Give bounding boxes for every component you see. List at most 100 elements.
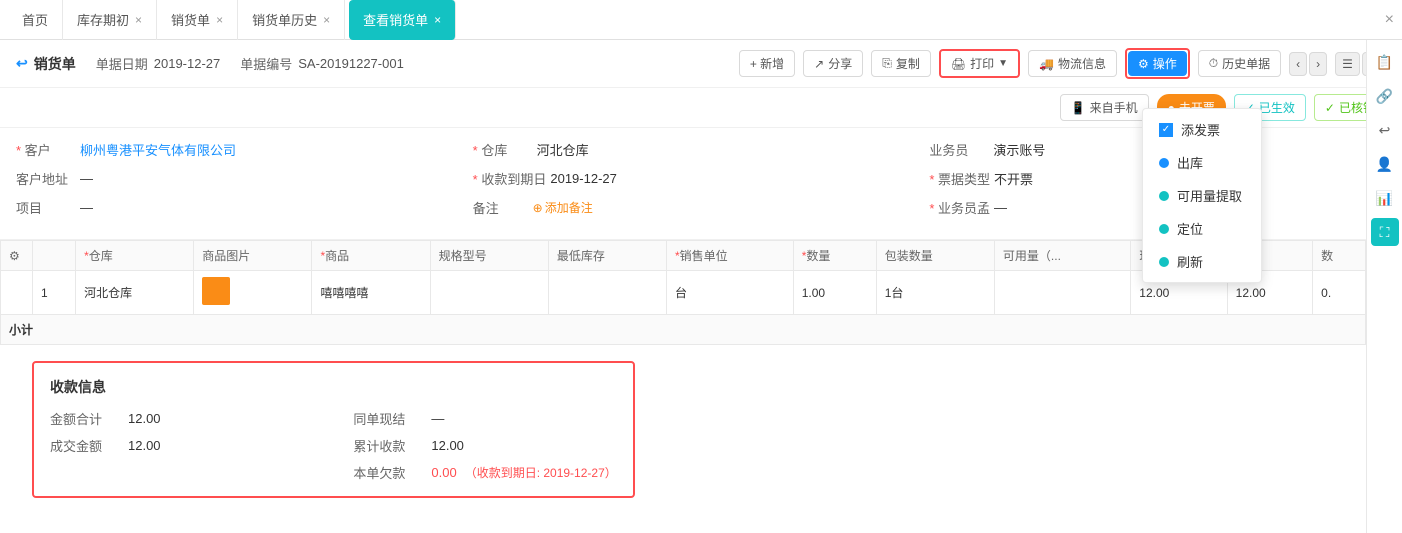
history-button[interactable]: ⏱ 历史单据 [1198, 50, 1281, 77]
add-note-button[interactable]: ⊕ 添加备注 [533, 199, 593, 216]
cell-setting [1, 271, 33, 315]
summary-cumulative: 累计收款 12.00 [353, 436, 616, 455]
sidebar-icon-2[interactable]: 🔗 [1371, 82, 1399, 110]
cell-product: 嘻嘻嘻嘻 [312, 271, 430, 315]
ops-button-wrapper: ⚙ 操作 [1125, 48, 1190, 79]
remark-field: 备注 ⊕ 添加备注 [473, 198, 930, 217]
available-qty-dot [1159, 191, 1169, 201]
sidebar-icon-4[interactable]: 👤 [1371, 150, 1399, 178]
tab-close-view-sales[interactable]: × [434, 13, 441, 27]
new-button[interactable]: + 新增 [739, 50, 795, 77]
col-spec: 规格型号 [430, 241, 548, 271]
summary-settle: 同单现结 — [353, 409, 616, 428]
share-icon: ↗ [814, 57, 824, 71]
tab-close-sales-order[interactable]: × [216, 13, 223, 27]
refresh-dot [1159, 257, 1169, 267]
col-setting[interactable]: ⚙ [1, 241, 33, 271]
cell-spec [430, 271, 548, 315]
salesperson-value: — [994, 200, 1007, 215]
col-product: *商品 [312, 241, 430, 271]
main-content: ↩ 销货单 单据日期 2019-12-27 单据编号 SA-20191227-0… [0, 40, 1402, 533]
list-view-button[interactable]: ☰ [1335, 52, 1360, 76]
summary-title: 收款信息 [50, 377, 617, 397]
ticket-label: 票据类型 [929, 169, 990, 188]
right-sidebar: 📋 🔗 ↩ 👤 📊 ⛶ [1366, 40, 1402, 533]
summary-wrapper: 收款信息 金额合计 12.00 同单现结 — 成交金额 12.00 累计收款 1… [0, 345, 1402, 514]
sidebar-icon-3[interactable]: ↩ [1371, 116, 1399, 144]
col-quantity: *数量 [793, 241, 876, 271]
col-amount: 数 [1313, 241, 1366, 271]
history-icon: ⏱ [1209, 56, 1218, 71]
doc-actions: + 新增 ↗ 分享 ⎘ 复制 🖨 打印 ▼ 🚚 物流信息 ⚙ 操作 [739, 48, 1386, 79]
col-warehouse: *仓库 [76, 241, 194, 271]
summary-deal: 成交金额 12.00 [50, 436, 313, 455]
close-all-button[interactable]: × [1385, 11, 1394, 29]
cell-image [194, 271, 312, 315]
ops-icon: ⚙ [1138, 57, 1149, 71]
ops-button[interactable]: ⚙ 操作 [1128, 51, 1187, 76]
col-image: 商品图片 [194, 241, 312, 271]
sidebar-icon-6[interactable]: ⛶ [1371, 218, 1399, 246]
address-field: 客户地址 — [16, 169, 473, 188]
print-icon: 🖨 [951, 57, 966, 71]
warehouse-value: 河北仓库 [537, 140, 589, 159]
customer-field: 客户 柳州粤港平安气体有限公司 [16, 140, 473, 159]
copy-button[interactable]: ⎘ 复制 [871, 50, 931, 77]
col-unit: *销售单位 [667, 241, 794, 271]
cell-quantity: 1.00 [793, 271, 876, 315]
summary-total: 金额合计 12.00 [50, 409, 313, 428]
col-seq [33, 241, 76, 271]
tab-sales-history[interactable]: 销货单历史 × [238, 0, 345, 40]
share-button[interactable]: ↗ 分享 [803, 50, 863, 77]
doc-date-field: 单据日期 2019-12-27 [96, 54, 221, 73]
doc-meta: 单据日期 2019-12-27 单据编号 SA-20191227-001 [96, 54, 404, 73]
cell-seq: 1 [33, 271, 76, 315]
salesperson-label: 业务员孟 [929, 198, 990, 217]
dropdown-locate[interactable]: 定位 [1143, 212, 1261, 245]
due-date-field: 收款到期日 2019-12-27 [473, 169, 930, 188]
staff-label: 业务员 [929, 140, 989, 159]
customer-label: 客户 [16, 140, 76, 159]
sidebar-icon-1[interactable]: 📋 [1371, 48, 1399, 76]
tab-close-inventory-init[interactable]: × [135, 13, 142, 27]
tab-sales-order[interactable]: 销货单 × [157, 0, 238, 40]
logistics-icon: 🚚 [1039, 57, 1054, 71]
address-label: 客户地址 [16, 169, 76, 188]
project-field: 项目 — [16, 198, 473, 217]
prev-button[interactable]: ‹ [1289, 52, 1307, 76]
address-value: — [80, 171, 93, 186]
remark-label: 备注 [473, 198, 533, 217]
warehouse-label: 仓库 [473, 140, 533, 159]
cell-unit: 台 [667, 271, 794, 315]
print-dropdown-icon: ▼ [998, 58, 1008, 69]
dropdown-menu: ✓ 添发票 出库 可用量提取 定位 刷新 [1142, 108, 1262, 283]
tab-view-sales[interactable]: 查看销货单 × [349, 0, 456, 40]
tab-inventory-init[interactable]: 库存期初 × [63, 0, 157, 40]
from-phone-button[interactable]: 📱 来自手机 [1060, 94, 1149, 121]
tab-home[interactable]: 首页 [8, 0, 63, 40]
sidebar-icon-5[interactable]: 📊 [1371, 184, 1399, 212]
copy-icon: ⎘ [882, 56, 892, 71]
next-button[interactable]: › [1309, 52, 1327, 76]
tab-close-sales-history[interactable]: × [323, 13, 330, 27]
cell-min-stock [548, 271, 666, 315]
summary-balance-row: 本单欠款 0.00 （收款到期日: 2019-12-27） [353, 463, 616, 482]
outbound-dot [1159, 158, 1169, 168]
due-date-value: 2019-12-27 [550, 171, 617, 186]
col-available: 可用量（... [994, 241, 1130, 271]
print-button[interactable]: 🖨 打印 ▼ [939, 49, 1020, 78]
logistics-button[interactable]: 🚚 物流信息 [1028, 50, 1117, 77]
dropdown-add-invoice[interactable]: ✓ 添发票 [1143, 113, 1261, 146]
customer-value[interactable]: 柳州粤港平安气体有限公司 [80, 140, 236, 159]
cell-available [994, 271, 1130, 315]
dropdown-refresh[interactable]: 刷新 [1143, 245, 1261, 278]
already-icon: ✓ [1325, 101, 1335, 115]
nav-arrows: ‹ › [1289, 52, 1327, 76]
dropdown-available-qty[interactable]: 可用量提取 [1143, 179, 1261, 212]
col-min-stock: 最低库存 [548, 241, 666, 271]
tab-bar: 首页 库存期初 × 销货单 × 销货单历史 × 查看销货单 × × [0, 0, 1402, 40]
dropdown-outbound[interactable]: 出库 [1143, 146, 1261, 179]
doc-header: ↩ 销货单 单据日期 2019-12-27 单据编号 SA-20191227-0… [0, 40, 1402, 88]
warehouse-field: 仓库 河北仓库 [473, 140, 930, 159]
add-invoice-checkbox[interactable]: ✓ [1159, 123, 1173, 137]
